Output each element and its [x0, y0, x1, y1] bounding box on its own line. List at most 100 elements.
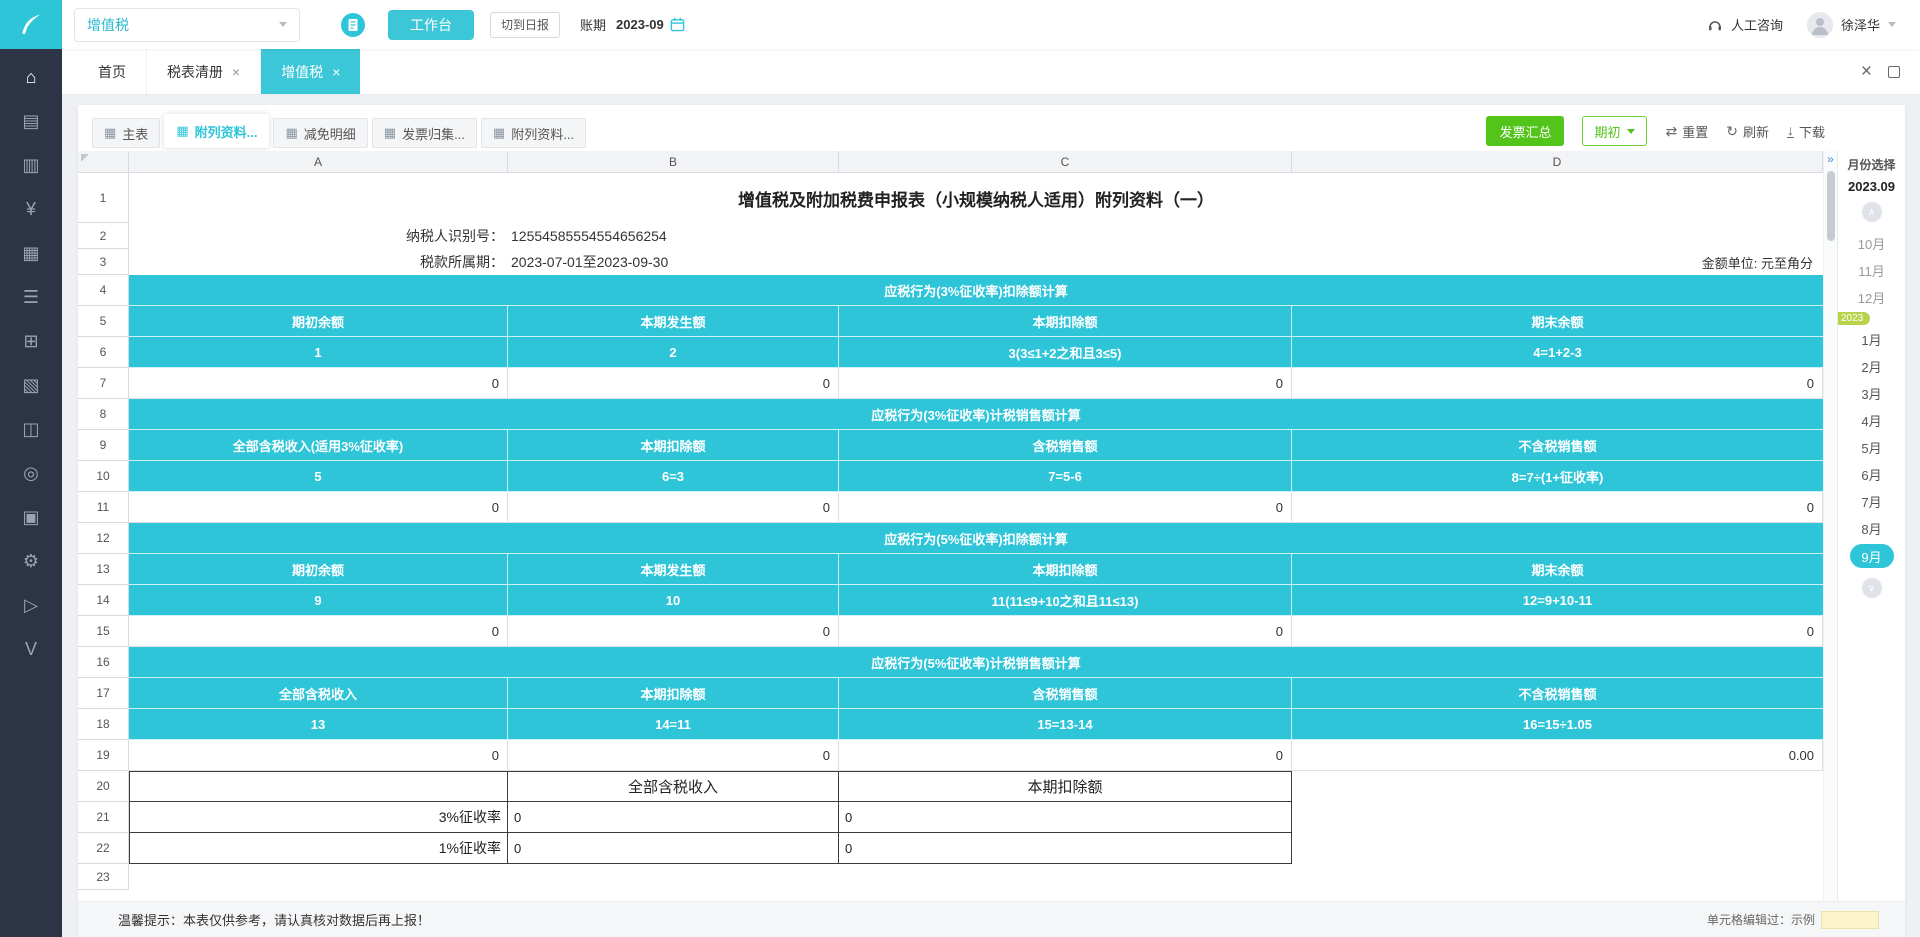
header-cell[interactable]: 不含税销售额: [1292, 678, 1823, 709]
row-number[interactable]: 16: [78, 647, 129, 678]
header-cell[interactable]: 期初余额: [129, 306, 508, 337]
row-number[interactable]: 5: [78, 306, 129, 337]
header-cell[interactable]: 16=15÷1.05: [1292, 709, 1823, 740]
row-number[interactable]: 3: [78, 249, 129, 275]
nav-tab-0[interactable]: 首页: [78, 49, 147, 94]
row-number[interactable]: 13: [78, 554, 129, 585]
month-item-1月[interactable]: 1月: [1850, 326, 1894, 353]
row-number[interactable]: 15: [78, 616, 129, 647]
row-number[interactable]: 20: [78, 771, 129, 802]
tab-close-icon[interactable]: ×: [232, 64, 240, 80]
header-cell[interactable]: 2: [508, 337, 839, 368]
header-cell[interactable]: 10: [508, 585, 839, 616]
header-cell[interactable]: 8=7÷(1+征收率): [1292, 461, 1823, 492]
box-header-cell[interactable]: 本期扣除额: [839, 771, 1292, 802]
month-item-12月[interactable]: 12月: [1850, 284, 1894, 311]
row-number[interactable]: 17: [78, 678, 129, 709]
box-value-cell[interactable]: 0: [508, 802, 839, 833]
header-cell[interactable]: 全部含税收入: [129, 678, 508, 709]
tab-close-icon[interactable]: ×: [332, 64, 340, 80]
consult-link[interactable]: 人工咨询: [1731, 15, 1783, 34]
info-value-cell[interactable]: 12554585554554656254: [508, 223, 1292, 249]
value-cell[interactable]: 0: [129, 616, 508, 647]
voucher-icon[interactable]: ▤: [0, 99, 62, 143]
box-header-cell[interactable]: 全部含税收入: [508, 771, 839, 802]
column-header-C[interactable]: C: [839, 151, 1292, 173]
value-cell[interactable]: 0: [129, 368, 508, 399]
checkout-icon[interactable]: ▣: [0, 495, 62, 539]
module-select[interactable]: 增值税: [74, 7, 300, 42]
box-value-cell[interactable]: 0: [839, 833, 1292, 864]
box-cell[interactable]: [129, 771, 508, 802]
row-number[interactable]: 8: [78, 399, 129, 430]
sheet-tab-3[interactable]: ▦ 发票归集...: [371, 118, 477, 148]
header-cell[interactable]: 14=11: [508, 709, 839, 740]
refresh-button[interactable]: ↻ 刷新: [1726, 122, 1769, 141]
username[interactable]: 徐泽华: [1841, 15, 1880, 34]
section-header-cell[interactable]: 应税行为(3%征收率)计税销售额计算: [129, 399, 1823, 430]
value-cell[interactable]: 0: [508, 616, 839, 647]
month-item-3月[interactable]: 3月: [1850, 380, 1894, 407]
sheet-tab-4[interactable]: ▦ 附列资料...: [480, 118, 587, 148]
month-item-4月[interactable]: 4月: [1850, 407, 1894, 434]
header-cell[interactable]: 13: [129, 709, 508, 740]
month-item-7月[interactable]: 7月: [1850, 488, 1894, 515]
row-number[interactable]: 23: [78, 864, 129, 890]
value-cell[interactable]: 0: [839, 616, 1292, 647]
period-value[interactable]: 2023-09: [616, 17, 664, 32]
header-cell[interactable]: 不含税销售额: [1292, 430, 1823, 461]
header-cell[interactable]: 6=3: [508, 461, 839, 492]
value-cell[interactable]: 0: [839, 492, 1292, 523]
row-number[interactable]: 22: [78, 833, 129, 864]
header-cell[interactable]: 本期扣除额: [839, 306, 1292, 337]
workbench-button[interactable]: 工作台: [388, 9, 474, 40]
header-cell[interactable]: 期末余额: [1292, 306, 1823, 337]
row-number[interactable]: 14: [78, 585, 129, 616]
home-icon[interactable]: ⌂: [0, 55, 62, 99]
section-header-cell[interactable]: 应税行为(5%征收率)计税销售额计算: [129, 647, 1823, 678]
value-cell[interactable]: 0: [1292, 368, 1823, 399]
row-number[interactable]: 21: [78, 802, 129, 833]
settings-icon[interactable]: ⚙: [0, 539, 62, 583]
initial-button[interactable]: 期初: [1582, 116, 1648, 146]
funds-icon[interactable]: ¥: [0, 187, 62, 231]
nav-tab-2[interactable]: 增值税 ×: [261, 49, 361, 94]
assets-icon[interactable]: ▧: [0, 363, 62, 407]
v-logo-icon[interactable]: V: [0, 627, 62, 671]
header-cell[interactable]: 本期发生额: [508, 554, 839, 585]
inventory-icon[interactable]: ◫: [0, 407, 62, 451]
header-cell[interactable]: 9: [129, 585, 508, 616]
value-cell[interactable]: 0: [129, 492, 508, 523]
header-cell[interactable]: 15=13-14: [839, 709, 1292, 740]
fullscreen-icon[interactable]: [1888, 65, 1900, 78]
header-cell[interactable]: 全部含税收入(适用3%征收率): [129, 430, 508, 461]
header-cell[interactable]: 7=5-6: [839, 461, 1292, 492]
header-cell[interactable]: 期初余额: [129, 554, 508, 585]
box-label-cell[interactable]: 1%征收率: [129, 833, 508, 864]
row-number[interactable]: 12: [78, 523, 129, 554]
header-cell[interactable]: 含税销售额: [839, 678, 1292, 709]
header-cell[interactable]: 12=9+10-11: [1292, 585, 1823, 616]
month-item-6月[interactable]: 6月: [1850, 461, 1894, 488]
reports-icon[interactable]: ▥: [0, 143, 62, 187]
month-item-10月[interactable]: 10月: [1850, 230, 1894, 257]
header-cell[interactable]: 3(3≤1+2之和且3≤5): [839, 337, 1292, 368]
row-number[interactable]: 9: [78, 430, 129, 461]
value-cell[interactable]: 0: [508, 740, 839, 771]
row-number[interactable]: 19: [78, 740, 129, 771]
box-label-cell[interactable]: 3%征收率: [129, 802, 508, 833]
row-number[interactable]: 4: [78, 275, 129, 306]
row-number[interactable]: 18: [78, 709, 129, 740]
download-button[interactable]: ↓ 下载: [1786, 122, 1825, 141]
row-number[interactable]: 1: [78, 173, 129, 223]
header-cell[interactable]: 本期发生额: [508, 306, 839, 337]
month-item-5月[interactable]: 5月: [1850, 434, 1894, 461]
app-logo[interactable]: [0, 0, 62, 49]
header-cell[interactable]: 4=1+2-3: [1292, 337, 1823, 368]
sheet-title-cell[interactable]: 增值税及附加税费申报表（小规模纳税人适用）附列资料（一）: [129, 173, 1823, 223]
header-cell[interactable]: 期末余额: [1292, 554, 1823, 585]
info-note-cell[interactable]: 金额单位: 元至角分: [1292, 249, 1823, 275]
invoice-summary-button[interactable]: 发票汇总: [1486, 116, 1565, 146]
value-cell[interactable]: 0: [508, 492, 839, 523]
month-item-9月[interactable]: 9月: [1849, 544, 1894, 568]
